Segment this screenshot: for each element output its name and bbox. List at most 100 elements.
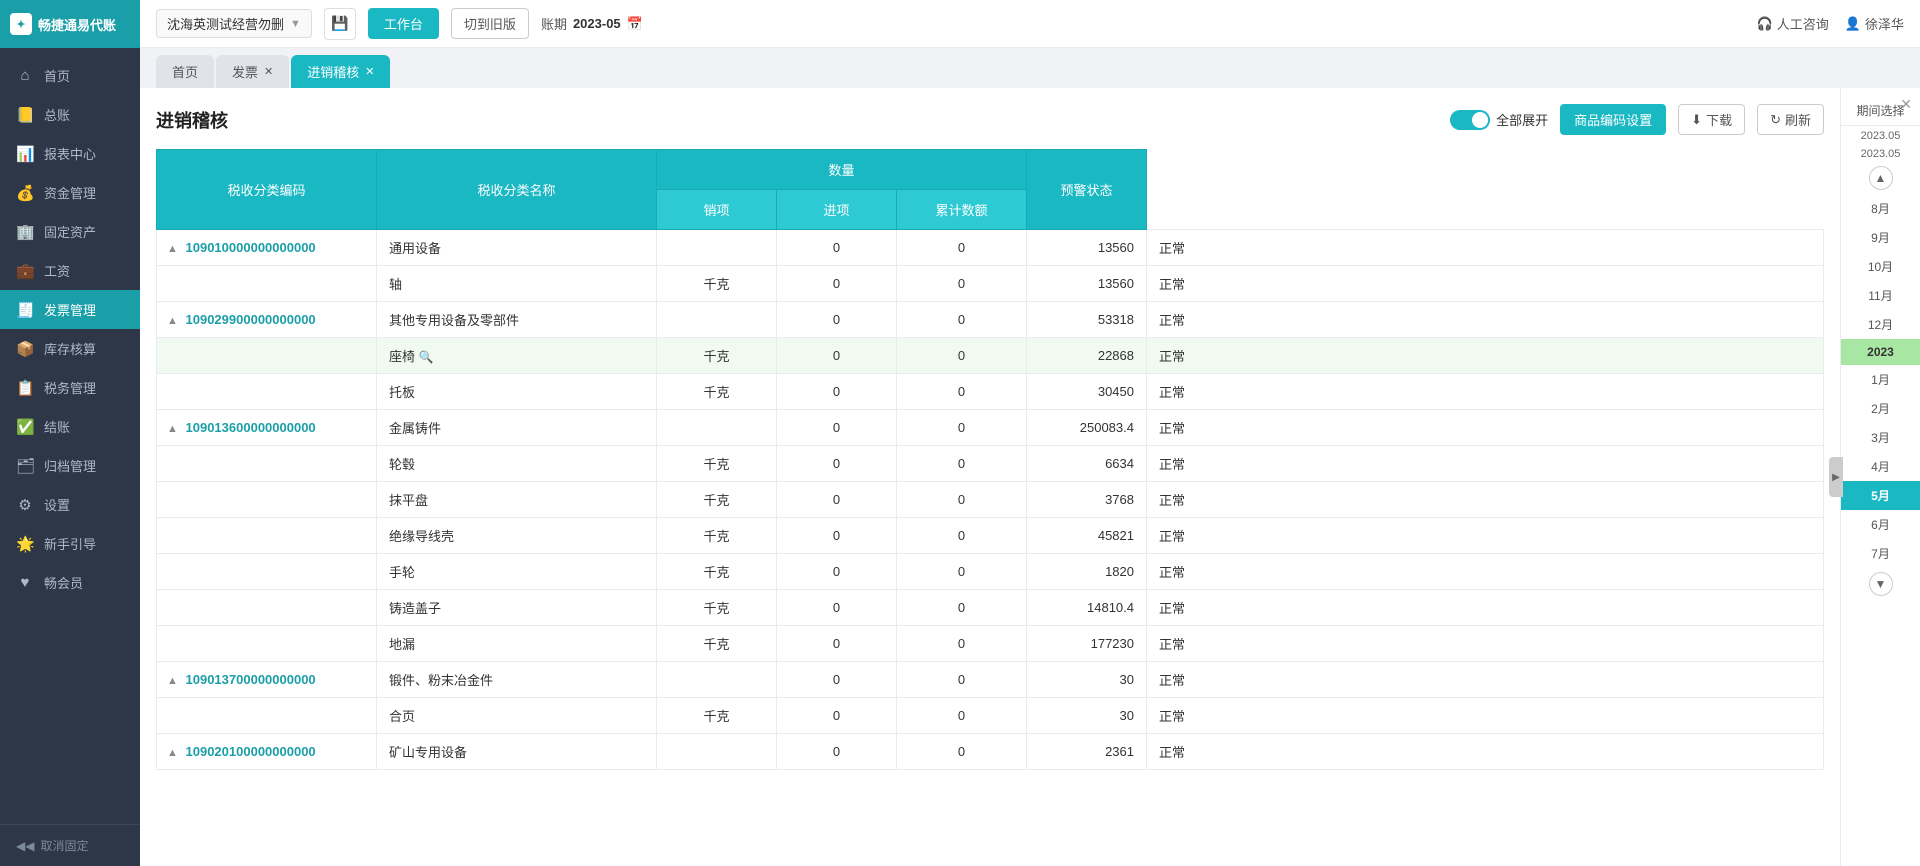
reports-icon: 📊 <box>16 145 34 163</box>
sidebar-item-member[interactable]: ♥ 畅会员 <box>0 563 140 602</box>
tab-home[interactable]: 首页 <box>156 55 214 88</box>
period-1[interactable]: 1月 <box>1841 365 1920 394</box>
cell-name: 合页 <box>377 698 657 734</box>
period-9[interactable]: 9月 <box>1841 223 1920 252</box>
period-7[interactable]: 7月 <box>1841 539 1920 568</box>
table-row[interactable]: 铸造盖子 千克 0 0 14810.4 正常 <box>157 590 1824 626</box>
sidebar-item-fixed-assets[interactable]: 🏢 固定资产 <box>0 212 140 251</box>
period-11[interactable]: 11月 <box>1841 281 1920 310</box>
settle-icon: ✅ <box>16 418 34 436</box>
period-10[interactable]: 10月 <box>1841 252 1920 281</box>
table-row[interactable]: ▲ 109010000000000000 通用设备 0 0 13560 正常 <box>157 230 1824 266</box>
cell-purchase: 0 <box>897 410 1027 446</box>
period-2[interactable]: 2月 <box>1841 394 1920 423</box>
settings-icon: ⚙ <box>16 496 34 514</box>
period-6[interactable]: 6月 <box>1841 510 1920 539</box>
toggle-track[interactable] <box>1450 110 1490 130</box>
expand-icon[interactable]: ▲ <box>167 675 178 687</box>
table-row[interactable]: 抹平盘 千克 0 0 3768 正常 <box>157 482 1824 518</box>
download-button[interactable]: ⬇ 下载 <box>1678 104 1745 135</box>
period-4[interactable]: 4月 <box>1841 452 1920 481</box>
expand-icon[interactable]: ▲ <box>167 243 178 255</box>
tab-invoice-close[interactable]: ✕ <box>264 65 273 78</box>
sidebar-item-settle[interactable]: ✅ 结账 <box>0 407 140 446</box>
table-row[interactable]: 座椅 🔍 千克 0 0 22868 正常 <box>157 338 1824 374</box>
cell-total: 45821 <box>1027 518 1147 554</box>
calendar-icon[interactable]: 📅 <box>627 16 643 32</box>
table-row[interactable]: 绝缘导线壳 千克 0 0 45821 正常 <box>157 518 1824 554</box>
sidebar-item-inventory[interactable]: 📦 库存核算 <box>0 329 140 368</box>
service-button[interactable]: 🎧 人工咨询 <box>1757 14 1829 33</box>
sidebar-item-ledger[interactable]: 📒 总账 <box>0 95 140 134</box>
cell-unit: 千克 <box>657 554 777 590</box>
cell-name: 通用设备 <box>377 230 657 266</box>
tab-reconcile-close[interactable]: ✕ <box>365 65 374 78</box>
table-row[interactable]: ▲ 109013600000000000 金属铸件 0 0 250083.4 正… <box>157 410 1824 446</box>
page-title: 进销稽核 <box>156 107 228 133</box>
cell-total: 177230 <box>1027 626 1147 662</box>
company-selector[interactable]: 沈海英测试经营勿删 ▼ <box>156 9 312 38</box>
cell-total: 3768 <box>1027 482 1147 518</box>
col-sales: 销项 <box>657 190 777 230</box>
sidebar-item-archive[interactable]: 🗂 归档管理 <box>0 446 140 485</box>
cell-total: 6634 <box>1027 446 1147 482</box>
table-row[interactable]: ▲ 109020100000000000 矿山专用设备 0 0 2361 正常 <box>157 734 1824 770</box>
data-table-wrapper: 税收分类编码 税收分类名称 数量 预警状态 销项 进项 累计数额 ▲ <box>156 149 1824 850</box>
cell-sales: 0 <box>777 482 897 518</box>
cell-purchase: 0 <box>897 374 1027 410</box>
cell-purchase: 0 <box>897 482 1027 518</box>
period-3[interactable]: 3月 <box>1841 423 1920 452</box>
period-5[interactable]: 5月 <box>1841 481 1920 510</box>
table-row[interactable]: 合页 千克 0 0 30 正常 <box>157 698 1824 734</box>
workspace-button[interactable]: 工作台 <box>368 8 439 39</box>
cell-code <box>157 446 377 482</box>
cell-warning: 正常 <box>1147 590 1824 626</box>
table-row[interactable]: 轴 千克 0 0 13560 正常 <box>157 266 1824 302</box>
table-row[interactable]: 地漏 千克 0 0 177230 正常 <box>157 626 1824 662</box>
cell-unit <box>657 302 777 338</box>
main-content: 进销稽核 全部展开 商品编码设置 ⬇ 下载 ↻ 刷 <box>140 88 1840 866</box>
sidebar-item-home[interactable]: ⌂ 首页 <box>0 56 140 95</box>
search-icon[interactable]: 🔍 <box>419 350 434 364</box>
table-row[interactable]: 轮毂 千克 0 0 6634 正常 <box>157 446 1824 482</box>
switch-version-button[interactable]: 切到旧版 <box>451 8 529 39</box>
period-8[interactable]: 8月 <box>1841 194 1920 223</box>
expand-icon[interactable]: ▲ <box>167 315 178 327</box>
sidebar-item-label: 报表中心 <box>44 144 96 163</box>
right-panel: ✕ ▶ 期间选择 2023.05 2023.05 ▲ 8月 9月 10月 11月… <box>1840 88 1920 866</box>
tab-invoice-label: 发票 <box>232 62 258 81</box>
close-panel-button[interactable]: ✕ <box>1900 96 1912 113</box>
sidebar-item-tax[interactable]: 📋 税务管理 <box>0 368 140 407</box>
cell-name: 托板 <box>377 374 657 410</box>
expand-toggle[interactable]: 全部展开 <box>1450 110 1548 130</box>
user-menu[interactable]: 👤 徐泽华 <box>1845 14 1904 33</box>
expand-icon[interactable]: ▲ <box>167 423 178 435</box>
sidebar-item-settings[interactable]: ⚙ 设置 <box>0 485 140 524</box>
table-row[interactable]: ▲ 109029900000000000 其他专用设备及零部件 0 0 5331… <box>157 302 1824 338</box>
tab-invoice[interactable]: 发票 ✕ <box>216 55 289 88</box>
table-row[interactable]: ▲ 109013700000000000 锻件、粉末冶金件 0 0 30 正常 <box>157 662 1824 698</box>
sidebar-item-reports[interactable]: 📊 报表中心 <box>0 134 140 173</box>
expand-icon[interactable]: ▲ <box>167 747 178 759</box>
cancel-fixed-button[interactable]: ◀◀ 取消固定 <box>0 824 140 866</box>
scroll-up-button[interactable]: ▲ <box>1869 166 1893 190</box>
sidebar-item-guide[interactable]: 🌟 新手引导 <box>0 524 140 563</box>
cell-total: 30 <box>1027 698 1147 734</box>
period-12[interactable]: 12月 <box>1841 310 1920 339</box>
scroll-down-button[interactable]: ▼ <box>1869 572 1893 596</box>
panel-toggle[interactable]: ▶ <box>1829 457 1843 497</box>
tab-reconcile[interactable]: 进销稽核 ✕ <box>291 55 390 88</box>
refresh-button[interactable]: ↻ 刷新 <box>1757 104 1824 135</box>
save-button[interactable]: 💾 <box>324 8 356 40</box>
sidebar-item-payroll[interactable]: 💼 工资 <box>0 251 140 290</box>
pin-icon: ◀◀ <box>16 839 34 853</box>
sidebar-item-funds[interactable]: 💰 资金管理 <box>0 173 140 212</box>
sidebar-item-invoice[interactable]: 🧾 发票管理 <box>0 290 140 329</box>
table-row[interactable]: 托板 千克 0 0 30450 正常 <box>157 374 1824 410</box>
cell-sales: 0 <box>777 446 897 482</box>
period-year-2023[interactable]: 2023 <box>1841 339 1920 365</box>
group-code: 109029900000000000 <box>186 312 316 327</box>
product-code-button[interactable]: 商品编码设置 <box>1560 104 1666 135</box>
cell-total: 30450 <box>1027 374 1147 410</box>
table-row[interactable]: 手轮 千克 0 0 1820 正常 <box>157 554 1824 590</box>
